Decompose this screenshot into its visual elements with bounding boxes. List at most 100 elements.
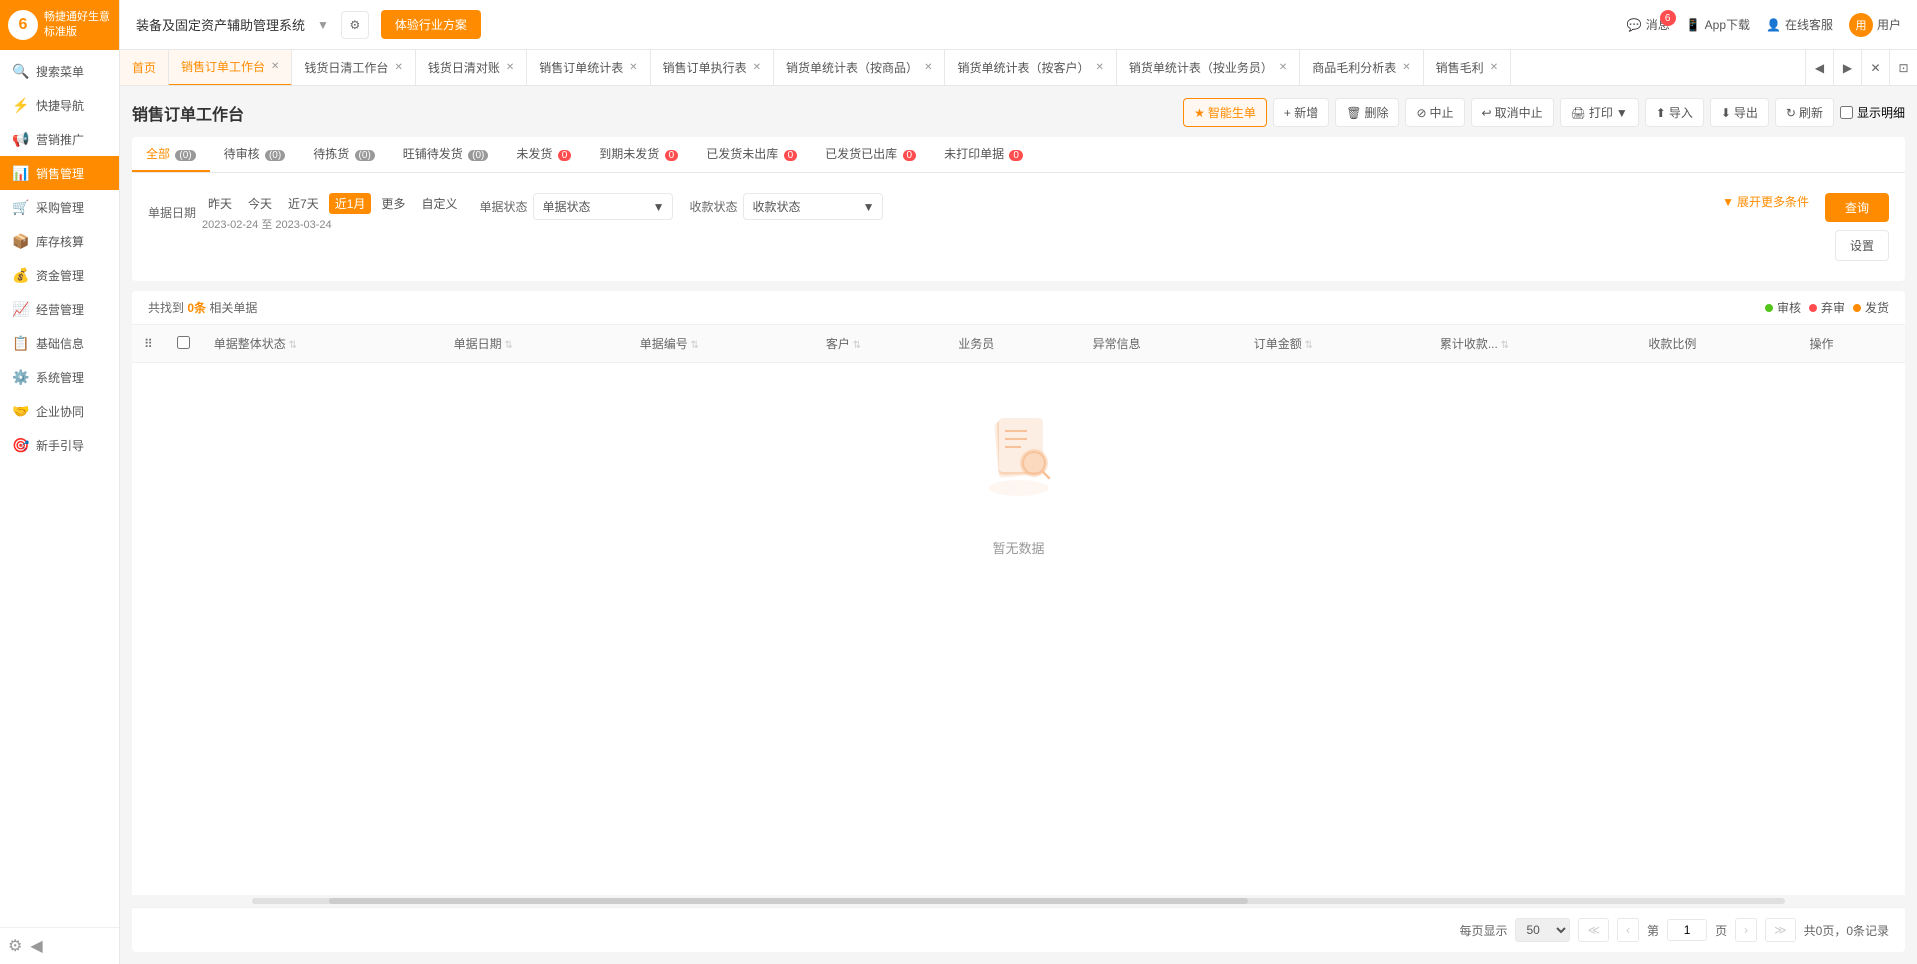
date-opt-1month[interactable]: 近1月: [329, 193, 372, 214]
sidebar-item-guide[interactable]: 🎯 新手引导: [0, 428, 119, 462]
refresh-btn[interactable]: ↻ 刷新: [1775, 98, 1834, 127]
sidebar-item-inventory[interactable]: 📦 库存核算: [0, 224, 119, 258]
select-all-checkbox[interactable]: [177, 336, 190, 349]
audit-action-btn[interactable]: 审核: [1765, 299, 1801, 316]
tab-cash-reconcile-close[interactable]: ✕: [506, 62, 514, 73]
tab-sales-exec[interactable]: 销售订单执行表 ✕: [651, 50, 774, 86]
empty-text: 暂无数据: [992, 538, 1044, 557]
date-opt-yesterday[interactable]: 昨天: [202, 193, 238, 214]
tabs-next-btn[interactable]: ▶: [1833, 50, 1861, 86]
filter-settings-btn[interactable]: 设置: [1835, 230, 1889, 261]
sub-tab-all[interactable]: 全部 (0): [132, 137, 210, 172]
import-btn[interactable]: ⬆ 导入: [1645, 98, 1704, 127]
col-collected[interactable]: 累计收款...: [1428, 325, 1637, 363]
delete-btn[interactable]: 🗑 删除: [1335, 98, 1399, 127]
tabs-expand-btn[interactable]: ⊡: [1889, 50, 1917, 86]
cancel-stop-btn[interactable]: ↩ 取消中止: [1471, 98, 1554, 127]
payment-select[interactable]: 收款状态 ▼: [743, 193, 883, 220]
sidebar-item-basic-info[interactable]: 📋 基础信息: [0, 326, 119, 360]
sub-tab-overdue-unshipped[interactable]: 到期未发货 0: [585, 137, 692, 172]
tab-cust-stat-close[interactable]: ✕: [1095, 62, 1103, 73]
tab-cash-daily-close[interactable]: ✕: [394, 62, 402, 73]
tab-cash-daily[interactable]: 钱货日清工作台 ✕: [292, 50, 415, 86]
sidebar-item-marketing[interactable]: 📢 营销推广: [0, 122, 119, 156]
tab-margin-analysis[interactable]: 商品毛利分析表 ✕: [1300, 50, 1423, 86]
tab-staff-stat-close[interactable]: ✕: [1279, 62, 1287, 73]
scroll-track[interactable]: [252, 898, 1785, 904]
show-detail-checkbox[interactable]: [1840, 106, 1853, 119]
checkbox-col-header[interactable]: [165, 325, 202, 363]
collapse-btn[interactable]: ◀: [30, 936, 42, 956]
sidebar-item-enterprise[interactable]: 🤝 企业协同: [0, 394, 119, 428]
settings-bottom-btn[interactable]: ⚙: [8, 936, 22, 956]
tab-sales-workbench-close[interactable]: ✕: [271, 61, 279, 72]
new-btn[interactable]: + 新增: [1273, 98, 1329, 127]
date-opt-more[interactable]: 更多: [375, 193, 411, 214]
sidebar-item-purchase[interactable]: 🛒 采购管理: [0, 190, 119, 224]
sidebar-item-finance[interactable]: 💰 资金管理: [0, 258, 119, 292]
tab-staff-stat[interactable]: 销货单统计表（按业务员） ✕: [1117, 50, 1300, 86]
sidebar-item-sales[interactable]: 📊 销售管理: [0, 156, 119, 190]
tab-sales-stat[interactable]: 销售订单统计表 ✕: [527, 50, 650, 86]
sub-tab-shipped-out[interactable]: 已发货已出库 0: [811, 137, 930, 172]
sidebar-item-operations[interactable]: 📈 经营管理: [0, 292, 119, 326]
sub-tab-unprinted[interactable]: 未打印单据 0: [930, 137, 1037, 172]
show-detail-checkbox-label[interactable]: 显示明细: [1840, 104, 1905, 121]
sub-tab-pending-audit[interactable]: 待审核 (0): [210, 137, 300, 172]
tab-home[interactable]: 首页: [120, 50, 169, 86]
cancel-audit-action-btn[interactable]: 弃审: [1809, 299, 1845, 316]
date-opt-custom[interactable]: 自定义: [415, 193, 463, 214]
tabs-close-btn[interactable]: ✕: [1861, 50, 1889, 86]
message-btn[interactable]: 💬 消息 6: [1627, 16, 1670, 33]
sub-tab-unshipped[interactable]: 未发货 0: [502, 137, 585, 172]
query-btn[interactable]: 查询: [1825, 193, 1889, 222]
per-page-select[interactable]: 50 20 100: [1515, 918, 1570, 942]
tab-sales-workbench[interactable]: 销售订单工作台 ✕: [169, 50, 292, 86]
tab-margin-analysis-close[interactable]: ✕: [1402, 62, 1410, 73]
tabs-prev-btn[interactable]: ◀: [1805, 50, 1833, 86]
sidebar-item-system[interactable]: ⚙️ 系统管理: [0, 360, 119, 394]
date-opt-today[interactable]: 今天: [242, 193, 278, 214]
tab-cash-reconcile[interactable]: 钱货日清对账 ✕: [416, 50, 527, 86]
sub-tab-pending-pick[interactable]: 待拣货 (0): [299, 137, 389, 172]
stop-btn[interactable]: ⊘ 中止: [1405, 98, 1464, 127]
col-overall-status[interactable]: 单据整体状态: [202, 325, 442, 363]
date-opt-7days[interactable]: 近7天: [282, 193, 325, 214]
next-page-btn[interactable]: ›: [1735, 918, 1757, 942]
col-customer[interactable]: 客户: [814, 325, 946, 363]
tab-sales-stat-label: 销售订单统计表: [539, 59, 623, 76]
tab-sales-margin[interactable]: 销售毛利 ✕: [1424, 50, 1511, 86]
sub-tab-wangpu-ship[interactable]: 旺铺待发货 (0): [389, 137, 503, 172]
sidebar-item-quick-nav[interactable]: ⚡ 快捷导航: [0, 88, 119, 122]
sidebar-item-search[interactable]: 🔍 搜索菜单: [0, 54, 119, 88]
tab-sales-exec-close[interactable]: ✕: [753, 62, 761, 73]
col-number[interactable]: 单据编号: [628, 325, 814, 363]
settings-button[interactable]: ⚙: [341, 11, 369, 39]
ship-action-btn[interactable]: 发货: [1853, 299, 1889, 316]
col-amount[interactable]: 订单金额: [1242, 325, 1428, 363]
expand-conditions-btn[interactable]: ▼ 展开更多条件: [1722, 193, 1809, 210]
print-btn[interactable]: 🖨 打印 ▼: [1560, 98, 1639, 127]
export-btn[interactable]: ⬇ 导出: [1710, 98, 1769, 127]
online-service-btn[interactable]: 👤 在线客服: [1766, 16, 1833, 33]
scroll-bar-area[interactable]: [132, 895, 1905, 907]
tab-sales-margin-close[interactable]: ✕: [1490, 62, 1498, 73]
app-download-btn[interactable]: 📱 App下载: [1686, 16, 1750, 33]
first-page-btn[interactable]: ≪: [1578, 918, 1609, 942]
sub-tab-shipped-not-out[interactable]: 已发货未出库 0: [692, 137, 811, 172]
status-select[interactable]: 单据状态 ▼: [533, 193, 673, 220]
tab-goods-stat[interactable]: 销货单统计表（按商品） ✕: [774, 50, 945, 86]
scroll-thumb[interactable]: [329, 898, 1249, 904]
col-date[interactable]: 单据日期: [442, 325, 628, 363]
user-menu[interactable]: 用 用户: [1849, 13, 1901, 37]
table-count-value: 0条: [187, 301, 209, 315]
prev-page-btn[interactable]: ‹: [1617, 918, 1639, 942]
last-page-btn[interactable]: ≫: [1765, 918, 1796, 942]
tab-sales-stat-close[interactable]: ✕: [629, 62, 637, 73]
industry-btn[interactable]: 体验行业方案: [381, 10, 481, 39]
tab-cust-stat[interactable]: 销货单统计表（按客户） ✕: [945, 50, 1116, 86]
smart-create-btn[interactable]: ★ 智能生单: [1183, 98, 1267, 127]
page-input[interactable]: [1667, 919, 1707, 941]
tab-sales-workbench-label: 销售订单工作台: [181, 58, 265, 75]
tab-goods-stat-close[interactable]: ✕: [924, 62, 932, 73]
